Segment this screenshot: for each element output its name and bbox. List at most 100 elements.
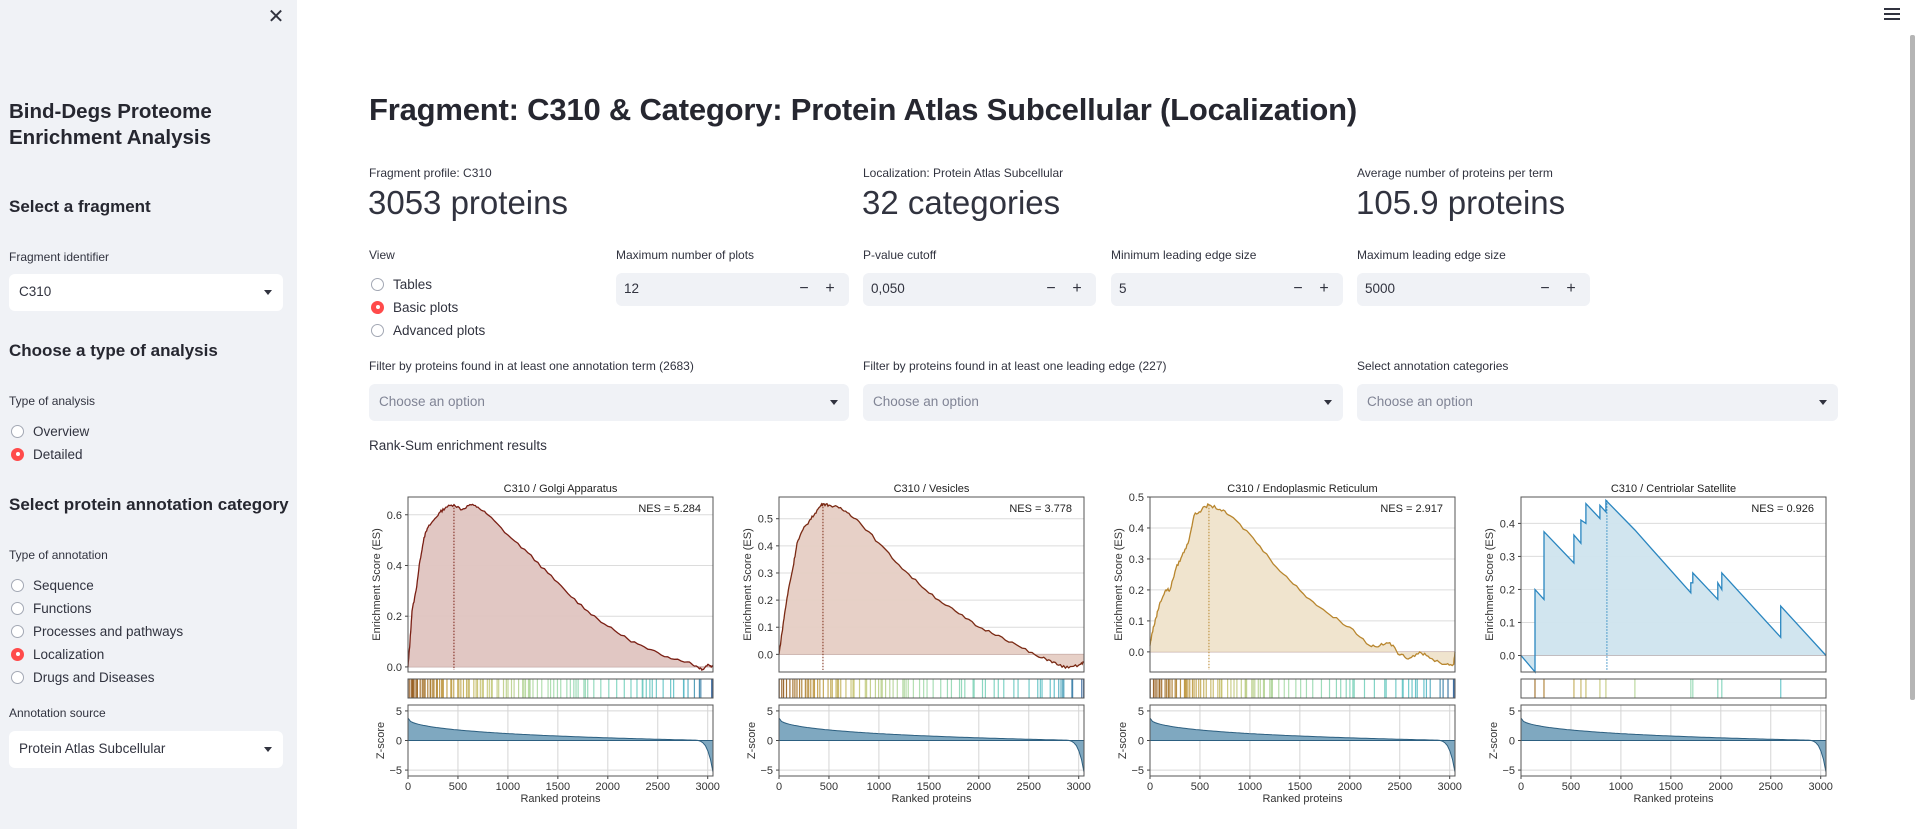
source-select-value: Protein Atlas Subcellular (19, 741, 166, 756)
x-tick-label: 500 (449, 781, 467, 793)
chart-title: C310 / Golgi Apparatus (504, 483, 618, 495)
x-tick-label: 3000 (1808, 781, 1832, 793)
y-tick-label: 0.1 (758, 622, 773, 634)
radio-localization[interactable]: Localization (11, 645, 104, 663)
radio-label: Localization (33, 646, 105, 662)
radio-selected-icon (11, 647, 24, 661)
x-tick-label: 500 (1191, 781, 1209, 793)
filter-annotation-label: Filter by proteins found in at least one… (369, 359, 694, 373)
x-tick-label: 1000 (1609, 781, 1633, 793)
results-label: Rank-Sum enrichment results (369, 438, 547, 453)
radio-sequence[interactable]: Sequence (11, 576, 94, 594)
radio-icon (11, 601, 24, 615)
x-tick-label: 0 (1147, 781, 1153, 793)
z-tick-label: 0 (767, 736, 773, 748)
pvalue-input[interactable]: 0,050 − + (863, 273, 1096, 306)
x-tick-label: 2000 (1338, 781, 1362, 793)
z-axis-label: Z-score (1488, 722, 1500, 759)
x-tick-label: 3000 (695, 781, 719, 793)
z-tick-label: 5 (767, 706, 773, 718)
radio-advanced-plots[interactable]: Advanced plots (371, 321, 485, 339)
increment-button[interactable]: + (1560, 278, 1582, 300)
metric-value-average: 105.9 proteins (1356, 184, 1566, 221)
max-leading-edge-input[interactable]: 5000 − + (1357, 273, 1590, 306)
source-select[interactable]: Protein Atlas Subcellular (9, 731, 283, 768)
y-tick-label: 0.4 (387, 560, 402, 572)
close-icon[interactable]: ✕ (266, 6, 286, 28)
zscore-area (1520, 716, 1827, 773)
filter-leading-edge-select[interactable]: Choose an option (863, 384, 1343, 421)
y-tick-label: 0.2 (1500, 584, 1515, 596)
input-value: 12 (624, 281, 640, 296)
decrement-button[interactable]: − (1534, 278, 1556, 300)
y-tick-label: 0.2 (758, 595, 773, 607)
z-tick-label: 0 (1138, 736, 1144, 748)
max-leading-edge-label: Maximum leading edge size (1357, 248, 1506, 262)
fragment-label: Fragment identifier (9, 250, 110, 264)
decrement-button[interactable]: − (1040, 278, 1062, 300)
y-axis-label: Enrichment Score (ES) (1113, 528, 1125, 640)
x-axis-label: Ranked proteins (891, 793, 972, 805)
radio-functions[interactable]: Functions (11, 599, 92, 617)
hamburger-menu-icon[interactable] (1884, 8, 1900, 22)
nes-annotation: NES = 2.917 (1380, 503, 1443, 515)
radio-basic-plots[interactable]: Basic plots (371, 298, 458, 316)
fragment-select[interactable]: C310 (9, 274, 283, 311)
radio-tables[interactable]: Tables (371, 275, 432, 293)
select-placeholder: Choose an option (379, 394, 485, 409)
z-tick-label: −5 (1502, 765, 1515, 777)
radio-selected-icon (11, 447, 24, 461)
decrement-button[interactable]: − (1287, 278, 1309, 300)
increment-button[interactable]: + (819, 278, 841, 300)
select-placeholder: Choose an option (1367, 394, 1473, 409)
x-tick-label: 1500 (917, 781, 941, 793)
y-tick-label: 0.3 (1500, 551, 1515, 563)
metric-label-average: Average number of proteins per term (1357, 166, 1553, 180)
increment-button[interactable]: + (1313, 278, 1335, 300)
radio-label: Processes and pathways (33, 623, 184, 639)
gsea-plot-endoplasmic-reticulum: C310 / Endoplasmic Reticulum 0.0 0.1 0.2 0.3… (1113, 483, 1462, 805)
y-tick-label: 0.5 (1129, 492, 1144, 504)
x-tick-label: 1000 (1238, 781, 1262, 793)
input-value: 0,050 (871, 281, 905, 296)
radio-label: Overview (33, 423, 90, 439)
radio-icon (11, 578, 24, 592)
z-tick-label: 5 (1509, 706, 1515, 718)
min-leading-edge-input[interactable]: 5 − + (1111, 273, 1343, 306)
radio-processes[interactable]: Processes and pathways (11, 622, 183, 640)
radio-selected-icon (371, 300, 384, 314)
es-area (779, 503, 1084, 669)
x-tick-label: 2500 (646, 781, 670, 793)
annotation-categories-select[interactable]: Choose an option (1357, 384, 1838, 421)
decrement-button[interactable]: − (793, 278, 815, 300)
filter-leading-edge-label: Filter by proteins found in at least one… (863, 359, 1167, 373)
radio-detailed[interactable]: Detailed (11, 445, 83, 463)
x-tick-label: 1500 (546, 781, 570, 793)
chevron-down-icon (830, 400, 838, 405)
radio-overview[interactable]: Overview (11, 422, 89, 440)
y-tick-label: 0.2 (1129, 585, 1144, 597)
radio-drugs-diseases[interactable]: Drugs and Diseases (11, 668, 155, 686)
radio-icon (371, 277, 384, 291)
x-tick-label: 0 (1518, 781, 1524, 793)
y-axis-label: Enrichment Score (ES) (742, 528, 754, 640)
x-axis-label: Ranked proteins (1262, 793, 1343, 805)
z-tick-label: 5 (396, 706, 402, 718)
max-plots-input[interactable]: 12 − + (616, 273, 849, 306)
x-tick-label: 1000 (867, 781, 891, 793)
analysis-label: Type of analysis (9, 394, 96, 408)
y-tick-label: 0.1 (1500, 617, 1515, 629)
chart-title: C310 / Endoplasmic Reticulum (1227, 483, 1377, 495)
y-tick-label: 0.4 (1129, 523, 1144, 535)
filter-annotation-select[interactable]: Choose an option (369, 384, 849, 421)
increment-button[interactable]: + (1066, 278, 1088, 300)
chevron-down-icon (264, 747, 272, 752)
annotation-label: Type of annotation (9, 548, 108, 562)
chevron-down-icon (264, 290, 272, 295)
radio-label: Advanced plots (393, 322, 486, 338)
analysis-heading: Choose a type of analysis (9, 341, 218, 360)
zscore-area (1149, 716, 1456, 773)
scrollbar[interactable] (1910, 35, 1915, 700)
view-label: View (369, 248, 395, 262)
x-tick-label: 500 (1562, 781, 1580, 793)
